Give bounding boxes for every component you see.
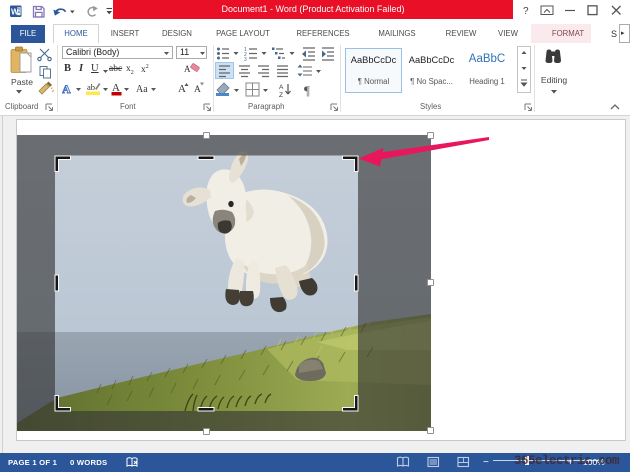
svg-text:A: A <box>184 64 191 74</box>
svg-text:A: A <box>279 84 284 91</box>
svg-text:Z: Z <box>279 92 283 99</box>
svg-text:?: ? <box>523 6 529 17</box>
svg-text:A: A <box>178 83 186 95</box>
svg-text:A: A <box>194 85 201 95</box>
svg-text:¶: ¶ <box>304 83 310 98</box>
svg-text:Aa: Aa <box>136 84 148 95</box>
svg-text:A: A <box>62 82 71 96</box>
svg-text:ab: ab <box>87 82 95 92</box>
svg-text:W: W <box>11 7 19 16</box>
